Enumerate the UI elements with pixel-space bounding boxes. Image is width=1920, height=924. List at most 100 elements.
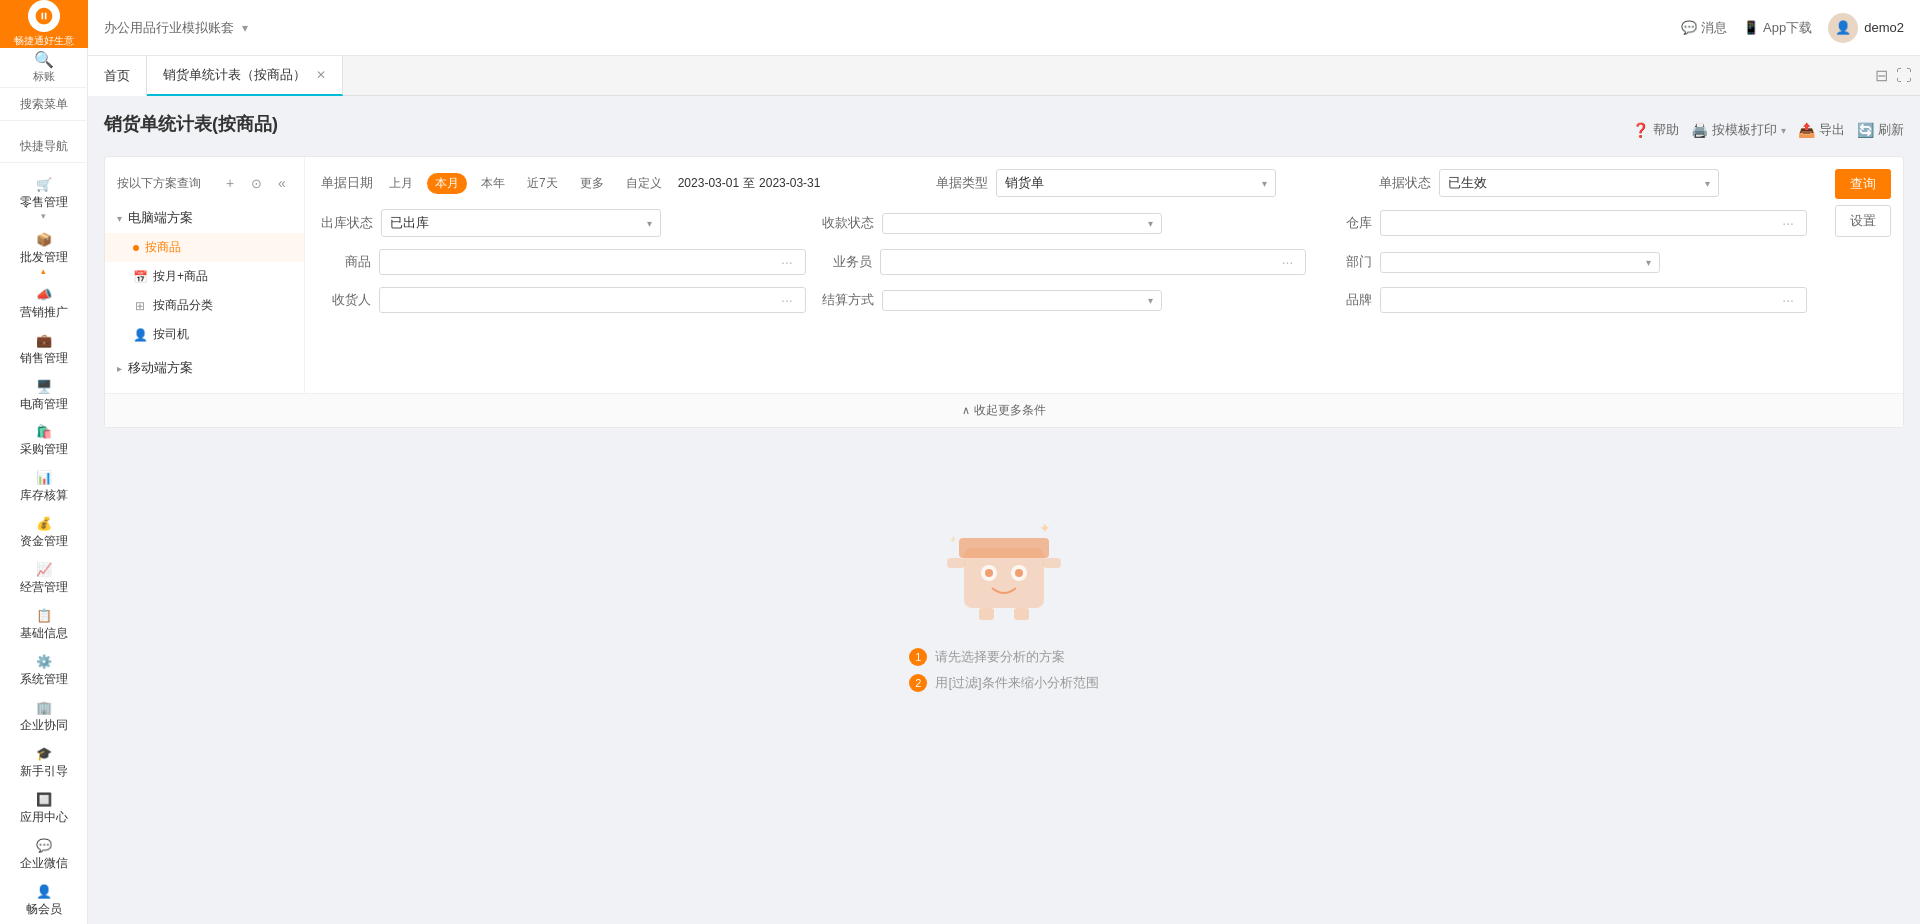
sidebar-item-inventory[interactable]: 📊 库存核算 [0, 464, 88, 510]
help-btn[interactable]: ❓ 帮助 [1632, 121, 1679, 139]
doc-status-select[interactable]: 已生效 ▾ [1439, 169, 1719, 197]
date-picker: 上月 本月 本年 近7天 更多 自定义 [381, 173, 670, 194]
sidebar-item-system[interactable]: ⚙️ 系统管理 [0, 648, 88, 694]
sidebar-item-enterprise[interactable]: 🏢 企业协同 [0, 694, 88, 740]
out-status-select[interactable]: 已出库 ▾ [381, 209, 661, 237]
nav-label: 搜索菜单 [20, 96, 68, 113]
date-sep: 至 [743, 175, 755, 192]
filter-collect-status: 收款状态 ▾ [822, 213, 1307, 234]
goods-dots[interactable]: ··· [777, 254, 797, 270]
svg-rect-1 [959, 538, 1049, 558]
sidebar-item-wholesale[interactable]: 📦 批发管理 ▴ [0, 226, 88, 280]
finance-icon: 💰 [33, 516, 55, 531]
inventory-icon: 📊 [33, 470, 55, 485]
warehouse-dots[interactable]: ··· [1778, 215, 1798, 231]
payment-select[interactable]: ▾ [882, 290, 1162, 311]
filter-goods: 商品 ··· [321, 249, 806, 275]
tab-expand-icon[interactable]: ⛶ [1896, 67, 1912, 85]
app-download-btn[interactable]: 📱 App下载 [1743, 19, 1812, 37]
export-btn[interactable]: 📤 导出 [1798, 121, 1845, 139]
sidebar-nav-item[interactable]: 搜索菜单 [0, 88, 88, 121]
date-btn-current[interactable]: 本月 [427, 173, 467, 194]
scheme-item-by-category[interactable]: ⊞ 按商品分类 [105, 291, 304, 320]
doc-type-select[interactable]: 销货单 ▾ [996, 169, 1276, 197]
scheme-group-mobile-title[interactable]: ▸ 移动端方案 [105, 353, 304, 383]
svg-text:✦: ✦ [1039, 520, 1051, 536]
ecommerce-label: 电商管理 [20, 396, 68, 413]
sidebar-item-apps[interactable]: 🔲 应用中心 [0, 786, 88, 832]
help-icon: ❓ [1632, 122, 1649, 138]
refresh-btn[interactable]: 🔄 刷新 [1857, 121, 1904, 139]
date-btn-custom[interactable]: 自定义 [618, 173, 670, 194]
dept-arrow: ▾ [1646, 257, 1651, 268]
dept-select[interactable]: ▾ [1380, 252, 1660, 273]
user-menu[interactable]: 👤 demo2 [1828, 13, 1904, 43]
add-scheme-btn[interactable]: + [220, 173, 240, 193]
filter-salesman: 业务员 ··· [822, 249, 1307, 275]
wholesale-label: 批发管理 [20, 249, 68, 266]
sidebar-item-member[interactable]: 👤 畅会员 [0, 878, 88, 924]
doc-status-value: 已生效 [1448, 174, 1487, 192]
doc-status-label: 单据状态 [1379, 174, 1431, 192]
svg-rect-7 [1014, 608, 1029, 620]
filter-row-3: 商品 ··· 业务员 ··· 部门 [321, 249, 1807, 275]
collect-status-arrow: ▾ [1148, 218, 1153, 229]
payment-label: 结算方式 [822, 291, 874, 309]
tab-stats[interactable]: 销货单统计表（按商品） ✕ [147, 56, 343, 96]
edit-scheme-btn[interactable]: ⊙ [246, 173, 266, 193]
salesman-dots[interactable]: ··· [1278, 254, 1298, 270]
tab-close-icon[interactable]: ✕ [316, 68, 326, 82]
print-btn[interactable]: 🖨️ 按模板打印 ▾ [1691, 121, 1786, 139]
system-icon: ⚙️ [33, 654, 55, 669]
system-label: 系统管理 [20, 671, 68, 688]
sales-label: 销售管理 [20, 350, 68, 367]
workspace-chevron: ▾ [242, 21, 248, 35]
scheme-item-label: 按月+商品 [153, 268, 208, 285]
filter-warehouse: 仓库 ··· [1322, 210, 1807, 236]
date-btn-prev[interactable]: 上月 [381, 173, 421, 194]
filter-out-status: 出库状态 已出库 ▾ [321, 209, 806, 237]
collapse-scheme-btn[interactable]: « [272, 173, 292, 193]
sidebar-item-wechat[interactable]: 💬 企业微信 [0, 832, 88, 878]
sidebar-quicknav[interactable]: 快捷导航 [0, 130, 88, 163]
sales-icon: 💼 [33, 333, 55, 348]
date-btn-year[interactable]: 本年 [473, 173, 513, 194]
receiver-dots[interactable]: ··· [777, 292, 797, 308]
tab-minimize-icon[interactable]: ⊟ [1875, 66, 1888, 85]
collapse-bar[interactable]: ∧ 收起更多条件 [105, 393, 1903, 427]
tab-home[interactable]: 首页 [88, 56, 147, 96]
step-1-label: 请先选择要分析的方案 [935, 648, 1065, 666]
scheme-item-by-goods[interactable]: 按商品 [105, 233, 304, 262]
sidebar-item-guide[interactable]: 🎓 新手引导 [0, 740, 88, 786]
main-content: 销货单统计表(按商品) ❓ 帮助 🖨️ 按模板打印 ▾ 📤 导出 🔄 刷新 [88, 96, 1920, 924]
filter-row-2: 出库状态 已出库 ▾ 收款状态 ▾ 仓库 [321, 209, 1807, 237]
logo[interactable]: 畅捷通好生意 [0, 0, 88, 48]
date-btn-more[interactable]: 更多 [572, 173, 612, 194]
warehouse-label: 仓库 [1322, 214, 1372, 232]
sidebar-item-marketing[interactable]: 📣 营销推广 [0, 281, 88, 327]
sidebar-item-sales[interactable]: 💼 销售管理 [0, 327, 88, 373]
workspace-selector[interactable]: 办公用品行业模拟账套 ▾ [104, 19, 248, 37]
sidebar-item-ops[interactable]: 📈 经营管理 [0, 556, 88, 602]
sidebar-item-retail[interactable]: 🛒 零售管理 ▾ [0, 172, 88, 226]
sidebar-search[interactable]: 🔍 标账 [0, 48, 88, 88]
message-btn[interactable]: 💬 消息 [1681, 19, 1727, 37]
collect-status-select[interactable]: ▾ [882, 213, 1162, 234]
action-btns: 查询 设置 [1823, 157, 1903, 393]
sidebar-item-purchase[interactable]: 🛍️ 采购管理 [0, 419, 88, 465]
brand-dots[interactable]: ··· [1778, 292, 1798, 308]
topbar: 办公用品行业模拟账套 ▾ 💬 消息 📱 App下载 👤 demo2 [88, 0, 1920, 56]
sidebar-item-ecommerce[interactable]: 🖥️ 电商管理 [0, 373, 88, 419]
category-icon: ⊞ [133, 299, 147, 313]
scheme-group-pc-title[interactable]: ▾ 电脑端方案 [105, 203, 304, 233]
mobile-group-arrow: ▸ [117, 363, 122, 374]
sidebar-item-basic[interactable]: 📋 基础信息 [0, 602, 88, 648]
date-btn-7days[interactable]: 近7天 [519, 173, 566, 194]
scheme-item-by-month-goods[interactable]: 📅 按月+商品 [105, 262, 304, 291]
workspace-name: 办公用品行业模拟账套 [104, 19, 234, 37]
query-btn[interactable]: 查询 [1835, 169, 1891, 199]
sidebar-item-finance[interactable]: 💰 资金管理 [0, 510, 88, 556]
scheme-item-by-driver[interactable]: 👤 按司机 [105, 320, 304, 349]
mobile-group-label: 移动端方案 [128, 359, 193, 377]
settings-btn[interactable]: 设置 [1835, 205, 1891, 237]
